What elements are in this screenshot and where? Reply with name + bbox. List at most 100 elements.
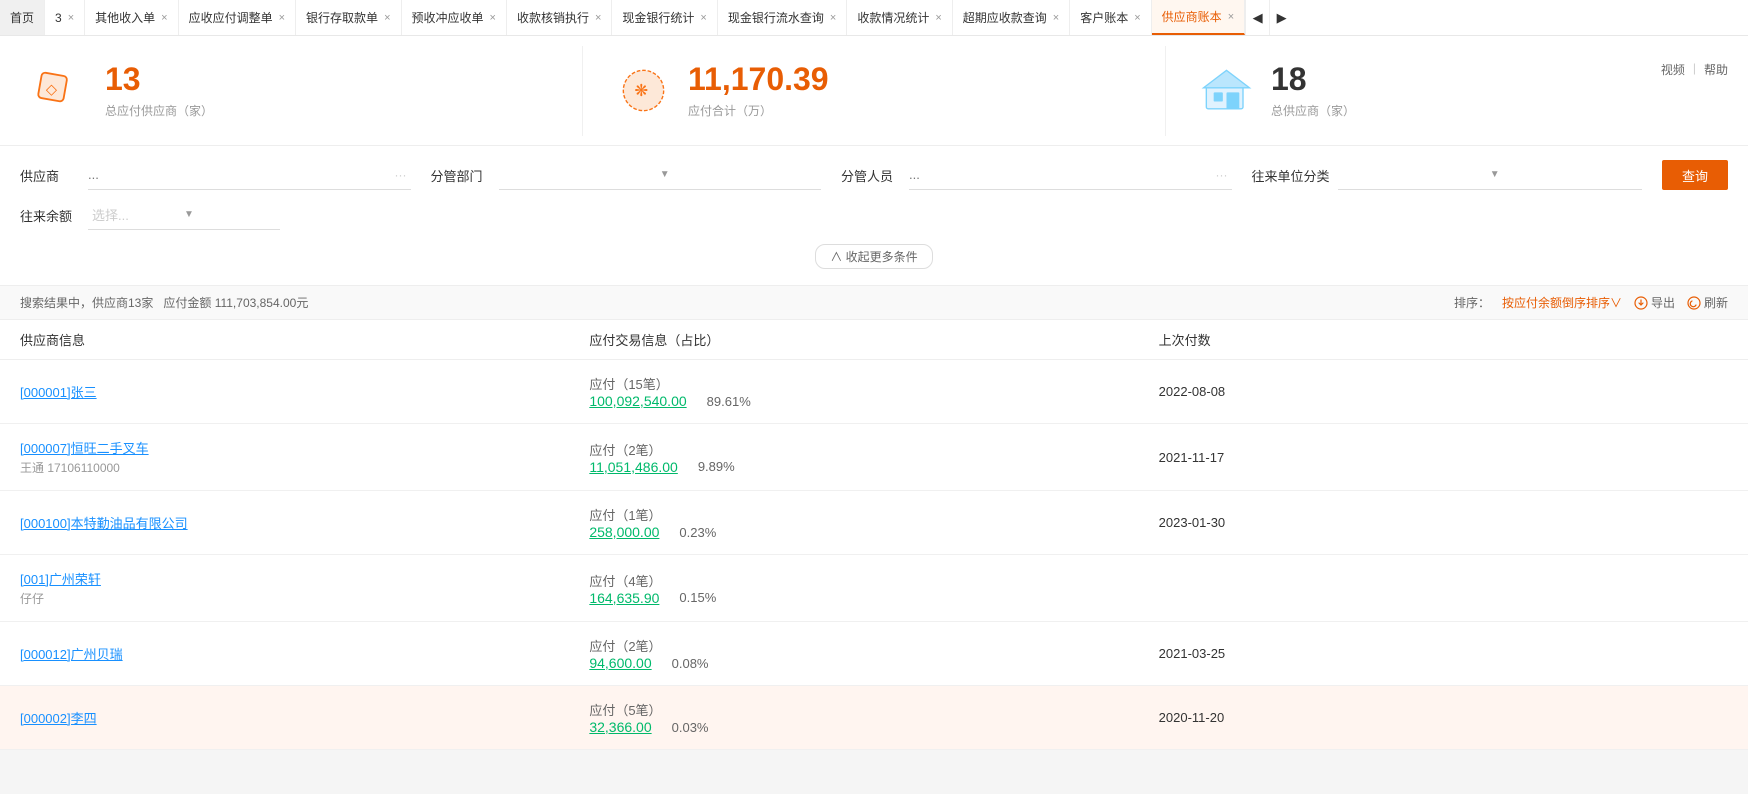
- last-pay-1: 2022-08-08: [1159, 384, 1728, 399]
- person-filter-label: 分管人员: [841, 166, 901, 185]
- dept-filter-label: 分管部门: [431, 166, 491, 185]
- col-header-trade: 应付交易信息（占比）: [589, 330, 1158, 349]
- close-tab-overdue-query[interactable]: ×: [1053, 12, 1059, 24]
- category-filter-select[interactable]: ▼: [1338, 160, 1642, 190]
- trade-label-5: 应付（2笔）: [589, 636, 1158, 655]
- filter-item-dept: 分管部门 ▼: [431, 160, 822, 190]
- table-row: [001]广州荣轩 仔仔 应付（4笔） 164,635.90 0.15%: [0, 555, 1748, 622]
- close-tab-supplier-ledger[interactable]: ×: [1228, 11, 1234, 23]
- stat-number-payable-total: 11,170.39: [688, 62, 829, 97]
- tab-bank-deposit[interactable]: 银行存取款单 ×: [296, 0, 401, 35]
- stat-payable-total: ❋ 11,170.39 应付合计（万）: [583, 46, 1166, 136]
- table-row: [000002]李四 应付（5笔） 32,366.00 0.03% 2020-1…: [0, 686, 1748, 750]
- tab-cash-bank-stats[interactable]: 现金银行统计 ×: [612, 0, 717, 35]
- category-filter-arrow-icon: ▼: [1490, 169, 1638, 180]
- col-header-supplier: 供应商信息: [20, 330, 589, 349]
- filter-item-category: 往来单位分类 ▼: [1252, 160, 1643, 190]
- video-link[interactable]: 视频: [1661, 61, 1685, 78]
- close-tab-bank-deposit[interactable]: ×: [384, 12, 390, 24]
- filter-item-balance: 往来余额 选择... ▼: [20, 200, 280, 230]
- balance-filter-value: 选择...: [92, 205, 184, 224]
- trade-label-1: 应付（15笔）: [589, 374, 1158, 393]
- trade-amount-2[interactable]: 11,051,486.00: [589, 459, 678, 475]
- export-label: 导出: [1651, 294, 1675, 311]
- tab-prepay-offset[interactable]: 预收冲应收单 ×: [402, 0, 507, 35]
- supplier-sub-4: 仔仔: [20, 590, 589, 607]
- trade-row-1: 100,092,540.00 89.61%: [589, 393, 1158, 409]
- close-tab-other-income[interactable]: ×: [161, 12, 167, 24]
- tab-collection-verify[interactable]: 收款核销执行 ×: [507, 0, 612, 35]
- sort-value[interactable]: 按应付余额倒序排序∨: [1502, 294, 1622, 311]
- close-tab-collection-stats[interactable]: ×: [935, 12, 941, 24]
- tab-customer-ledger[interactable]: 客户账本 ×: [1070, 0, 1151, 35]
- balance-filter-select[interactable]: 选择... ▼: [88, 200, 280, 230]
- tab-cash-bank-flow[interactable]: 现金银行流水查询 ×: [718, 0, 847, 35]
- filter-item-person: 分管人员 ···: [841, 160, 1232, 190]
- supplier-link-4[interactable]: [001]广州荣轩: [20, 572, 101, 587]
- tab-ar-ap-adjust[interactable]: 应收应付调整单 ×: [179, 0, 296, 35]
- dept-filter-select[interactable]: ▼: [499, 160, 822, 190]
- trade-label-6: 应付（5笔）: [589, 700, 1158, 719]
- supplier-link-3[interactable]: [000100]本特勤油品有限公司: [20, 516, 188, 531]
- query-button[interactable]: 查询: [1662, 160, 1728, 190]
- close-tab-ar-ap-adjust[interactable]: ×: [279, 12, 285, 24]
- nav-prev-arrow[interactable]: ◀: [1245, 0, 1269, 35]
- stat-icon-grain: ❋: [613, 61, 673, 121]
- trade-row-4: 164,635.90 0.15%: [589, 590, 1158, 606]
- supplier-filter-label: 供应商: [20, 166, 80, 185]
- supplier-filter-input-wrapper[interactable]: ···: [88, 160, 411, 190]
- svg-text:◇: ◇: [45, 82, 57, 98]
- refresh-button[interactable]: 刷新: [1687, 294, 1728, 311]
- tab-collection-stats[interactable]: 收款情况统计 ×: [847, 0, 952, 35]
- trade-row-5: 94,600.00 0.08%: [589, 655, 1158, 671]
- person-filter-input[interactable]: [909, 167, 1216, 182]
- trade-amount-5[interactable]: 94,600.00: [589, 655, 651, 671]
- supplier-link-1[interactable]: [000001]张三: [20, 385, 97, 400]
- collapse-button[interactable]: ∧ 收起更多条件: [815, 244, 932, 269]
- export-icon: [1634, 296, 1648, 310]
- close-tab-3[interactable]: ×: [68, 12, 74, 24]
- collapse-row: ∧ 收起更多条件: [20, 240, 1728, 277]
- trade-info-5: 应付（2笔） 94,600.00 0.08%: [589, 636, 1158, 671]
- person-filter-input-wrapper[interactable]: ···: [909, 160, 1232, 190]
- tab-other-income[interactable]: 其他收入单 ×: [85, 0, 178, 35]
- table-row: [000100]本特勤油品有限公司 应付（1笔） 258,000.00 0.23…: [0, 491, 1748, 555]
- trade-amount-1[interactable]: 100,092,540.00: [589, 393, 686, 409]
- close-tab-prepay-offset[interactable]: ×: [490, 12, 496, 24]
- tab-supplier-ledger[interactable]: 供应商账本 ×: [1152, 0, 1245, 35]
- nav-next-arrow[interactable]: ▶: [1269, 0, 1293, 35]
- supplier-info-2: [000007]恒旺二手叉车 王通 17106110000: [20, 438, 589, 476]
- supplier-filter-dots-icon: ···: [395, 168, 407, 182]
- close-tab-cash-bank-flow[interactable]: ×: [830, 12, 836, 24]
- close-tab-cash-bank-stats[interactable]: ×: [700, 12, 706, 24]
- top-navigation: 首页 3 × 其他收入单 × 应收应付调整单 × 银行存取款单 × 预收冲应收单…: [0, 0, 1748, 36]
- trade-row-3: 258,000.00 0.23%: [589, 524, 1158, 540]
- result-actions: 排序： 按应付余额倒序排序∨ 导出 刷新: [1454, 294, 1728, 311]
- stat-number-payable-suppliers: 13: [105, 62, 213, 97]
- trade-amount-6[interactable]: 32,366.00: [589, 719, 651, 735]
- supplier-filter-input[interactable]: [88, 167, 395, 182]
- trade-info-3: 应付（1笔） 258,000.00 0.23%: [589, 505, 1158, 540]
- filter-row-1: 供应商 ··· 分管部门 ▼ 分管人员 ··· 往来单位分类 ▼: [20, 160, 1728, 190]
- tab-3[interactable]: 3 ×: [45, 0, 85, 35]
- export-button[interactable]: 导出: [1634, 294, 1675, 311]
- trade-label-3: 应付（1笔）: [589, 505, 1158, 524]
- supplier-link-6[interactable]: [000002]李四: [20, 711, 97, 726]
- stat-content-payable-suppliers: 13 总应付供应商（家）: [105, 62, 213, 118]
- trade-pct-2: 9.89%: [698, 459, 735, 474]
- filter-row-2: 往来余额 选择... ▼: [20, 200, 1728, 230]
- supplier-link-5[interactable]: [000012]广州贝瑞: [20, 647, 123, 662]
- close-tab-customer-ledger[interactable]: ×: [1134, 12, 1140, 24]
- tab-overdue-query[interactable]: 超期应收款查询 ×: [953, 0, 1070, 35]
- tab-home[interactable]: 首页: [0, 0, 45, 35]
- help-link[interactable]: 帮助: [1704, 61, 1728, 78]
- trade-row-2: 11,051,486.00 9.89%: [589, 459, 1158, 475]
- supplier-sub-2: 王通 17106110000: [20, 459, 589, 476]
- close-tab-collection-verify[interactable]: ×: [595, 12, 601, 24]
- trade-amount-4[interactable]: 164,635.90: [589, 590, 659, 606]
- supplier-link-2[interactable]: [000007]恒旺二手叉车: [20, 441, 149, 456]
- sort-label: 排序：: [1454, 294, 1490, 311]
- trade-amount-3[interactable]: 258,000.00: [589, 524, 659, 540]
- stat-payable-suppliers: ◇ 13 总应付供应商（家）: [0, 46, 583, 136]
- stat-content-total-suppliers: 18 总供应商（家）: [1271, 62, 1355, 118]
